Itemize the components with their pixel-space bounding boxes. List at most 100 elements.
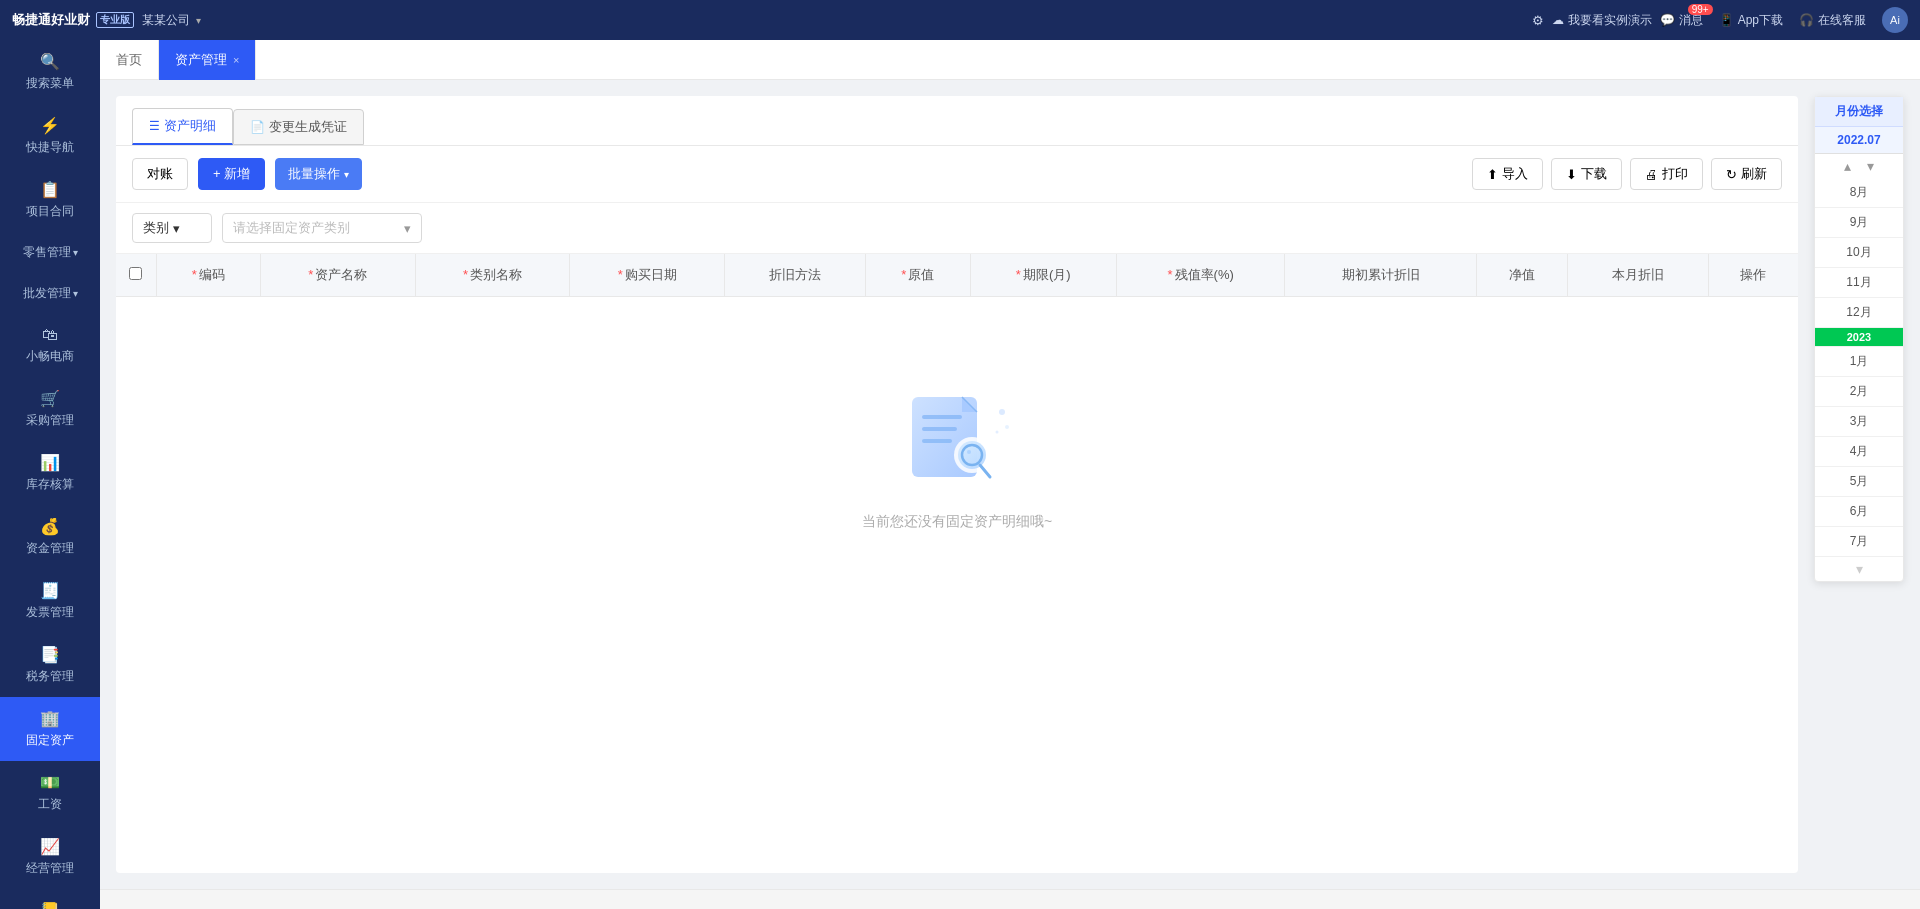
chevron-down-icon[interactable]: ▾ (196, 15, 201, 26)
sidebar-item-ecommerce[interactable]: 🛍 小畅电商 (0, 314, 100, 377)
avatar-initials: Ai (1890, 14, 1900, 26)
ledger-icon: 📒 (40, 901, 60, 909)
month-item-1[interactable]: 1月 (1815, 347, 1903, 377)
sidebar-item-search-menu[interactable]: 🔍 搜索菜单 (0, 40, 100, 104)
filter-row: 类别 ▾ 请选择固定资产类别 ▾ (116, 203, 1798, 254)
inventory-icon: 📊 (40, 453, 60, 472)
chevron-down-icon: ▾ (73, 247, 78, 258)
tab-asset-mgmt[interactable]: 资产管理 × (159, 40, 256, 80)
sidebar-item-label: 搜索菜单 (26, 75, 74, 92)
page-content: ☰ 资产明细 📄 变更生成凭证 对账 + 新增 (100, 80, 1920, 889)
svg-rect-2 (922, 427, 957, 431)
sidebar-item-quick-nav[interactable]: ⚡ 快捷导航 (0, 104, 100, 168)
category-input[interactable]: 请选择固定资产类别 ▾ (222, 213, 422, 243)
month-item-3[interactable]: 3月 (1815, 407, 1903, 437)
svg-point-9 (999, 409, 1005, 415)
sidebar-item-label: 小畅电商 (26, 348, 74, 365)
operation-column-header: 操作 (1708, 254, 1798, 297)
sidebar: 🔍 搜索菜单 ⚡ 快捷导航 📋 项目合同 零售管理 ▾ 批发管理 ▾ 🛍 小畅电… (0, 40, 100, 909)
month-prev-button-bottom[interactable]: ▾ (1856, 561, 1863, 577)
sidebar-item-tax[interactable]: 📑 税务管理 (0, 633, 100, 697)
assets-table: *编码 *资产名称 *类别名称 *购买日期 (116, 254, 1798, 297)
month-item-2[interactable]: 2月 (1815, 377, 1903, 407)
tab-home[interactable]: 首页 (100, 40, 159, 80)
online-service-label: 在线客服 (1818, 12, 1866, 29)
sidebar-item-fixed-assets[interactable]: 🏢 固定资产 (0, 697, 100, 761)
sub-tab-change-voucher[interactable]: 📄 变更生成凭证 (233, 109, 364, 145)
category-column-header: *类别名称 (415, 254, 570, 297)
month-selected-display[interactable]: 2022.07 (1815, 127, 1903, 154)
sub-tab-asset-detail[interactable]: ☰ 资产明细 (132, 108, 233, 145)
tab-asset-mgmt-label: 资产管理 (175, 51, 227, 69)
print-button[interactable]: 🖨 打印 (1630, 158, 1703, 190)
avatar[interactable]: Ai (1882, 7, 1908, 33)
batch-button[interactable]: 批量操作 ▾ (275, 158, 362, 190)
category-filter[interactable]: 类别 ▾ (132, 213, 212, 243)
demo-button[interactable]: ☁ 我要看实例演示 (1552, 12, 1652, 29)
month-bottom-nav: ▾ (1815, 557, 1903, 581)
sub-tabs: ☰ 资产明细 📄 变更生成凭证 (116, 96, 1798, 146)
bottom-bar (100, 889, 1920, 909)
sidebar-item-inventory[interactable]: 📊 库存核算 (0, 441, 100, 505)
month-item-9[interactable]: 9月 (1815, 208, 1903, 238)
table-container: *编码 *资产名称 *类别名称 *购买日期 (116, 254, 1798, 873)
sidebar-item-purchase[interactable]: 🛒 采购管理 (0, 377, 100, 441)
reconcile-button[interactable]: 对账 (132, 158, 188, 190)
sidebar-item-general-ledger[interactable]: 📒 总账管理 (0, 889, 100, 909)
original-value-column-header: *原值 (866, 254, 970, 297)
svg-point-8 (967, 450, 971, 454)
month-item-11[interactable]: 11月 (1815, 268, 1903, 298)
top-bar: 畅捷通好业财 专业版 某某公司 ▾ ⚙ ☁ 我要看实例演示 💬 消息 99+ 📱… (0, 0, 1920, 40)
month-item-7[interactable]: 7月 (1815, 527, 1903, 557)
tab-close-icon[interactable]: × (233, 54, 239, 66)
month-item-6[interactable]: 6月 (1815, 497, 1903, 527)
empty-state: 当前您还没有固定资产明细哦~ (116, 297, 1798, 611)
cart-icon: 🛒 (40, 389, 60, 408)
settings-icon[interactable]: ⚙ (1532, 13, 1544, 28)
import-button[interactable]: ⬆ 导入 (1472, 158, 1543, 190)
sub-tab-label: 变更生成凭证 (269, 118, 347, 136)
sidebar-item-capital[interactable]: 💰 资金管理 (0, 505, 100, 569)
empty-text: 当前您还没有固定资产明细哦~ (862, 513, 1052, 531)
refresh-label: 刷新 (1741, 165, 1767, 183)
reconcile-label: 对账 (147, 165, 173, 183)
sidebar-item-label: 税务管理 (26, 668, 74, 685)
tab-home-label: 首页 (116, 51, 142, 69)
sidebar-item-label: 工资 (38, 796, 62, 813)
app-download-button[interactable]: 📱 App下载 (1719, 12, 1783, 29)
month-item-8[interactable]: 8月 (1815, 178, 1903, 208)
month-item-5[interactable]: 5月 (1815, 467, 1903, 497)
company-name: 某某公司 (142, 12, 190, 29)
month-item-12[interactable]: 12月 (1815, 298, 1903, 328)
chat-icon: 💬 (1660, 13, 1675, 27)
refresh-button[interactable]: ↻ 刷新 (1711, 158, 1782, 190)
sidebar-item-project-contract[interactable]: 📋 项目合同 (0, 168, 100, 232)
online-service-button[interactable]: 🎧 在线客服 (1799, 12, 1866, 29)
messages-badge: 99+ (1688, 4, 1713, 15)
app-download-label: App下载 (1738, 12, 1783, 29)
sidebar-item-label: 项目合同 (26, 203, 74, 220)
month-item-4[interactable]: 4月 (1815, 437, 1903, 467)
salary-icon: 💵 (40, 773, 60, 792)
select-all-checkbox[interactable] (129, 267, 142, 280)
chevron-down-icon: ▾ (404, 221, 411, 236)
svg-point-10 (1005, 425, 1009, 429)
company-selector[interactable]: 某某公司 ▾ (142, 12, 1524, 29)
download-button[interactable]: ⬇ 下载 (1551, 158, 1622, 190)
sidebar-item-payroll[interactable]: 💵 工资 (0, 761, 100, 825)
lightning-icon: ⚡ (40, 116, 60, 135)
sidebar-item-wholesale[interactable]: 批发管理 ▾ (0, 273, 100, 314)
month-next-button[interactable]: ▾ (1867, 158, 1874, 174)
sidebar-item-ops[interactable]: 📈 经营管理 (0, 825, 100, 889)
pro-badge: 专业版 (96, 12, 134, 28)
add-button[interactable]: + 新增 (198, 158, 265, 190)
invoice-icon: 🧾 (40, 581, 60, 600)
sidebar-item-label: 经营管理 (26, 860, 74, 877)
month-item-10[interactable]: 10月 (1815, 238, 1903, 268)
messages-button[interactable]: 💬 消息 99+ (1660, 12, 1703, 29)
headset-icon: 🎧 (1799, 13, 1814, 27)
sidebar-item-invoice[interactable]: 🧾 发票管理 (0, 569, 100, 633)
sidebar-item-label: 零售管理 (23, 244, 71, 261)
sidebar-item-retail[interactable]: 零售管理 ▾ (0, 232, 100, 273)
month-prev-button[interactable]: ▴ (1844, 158, 1851, 174)
